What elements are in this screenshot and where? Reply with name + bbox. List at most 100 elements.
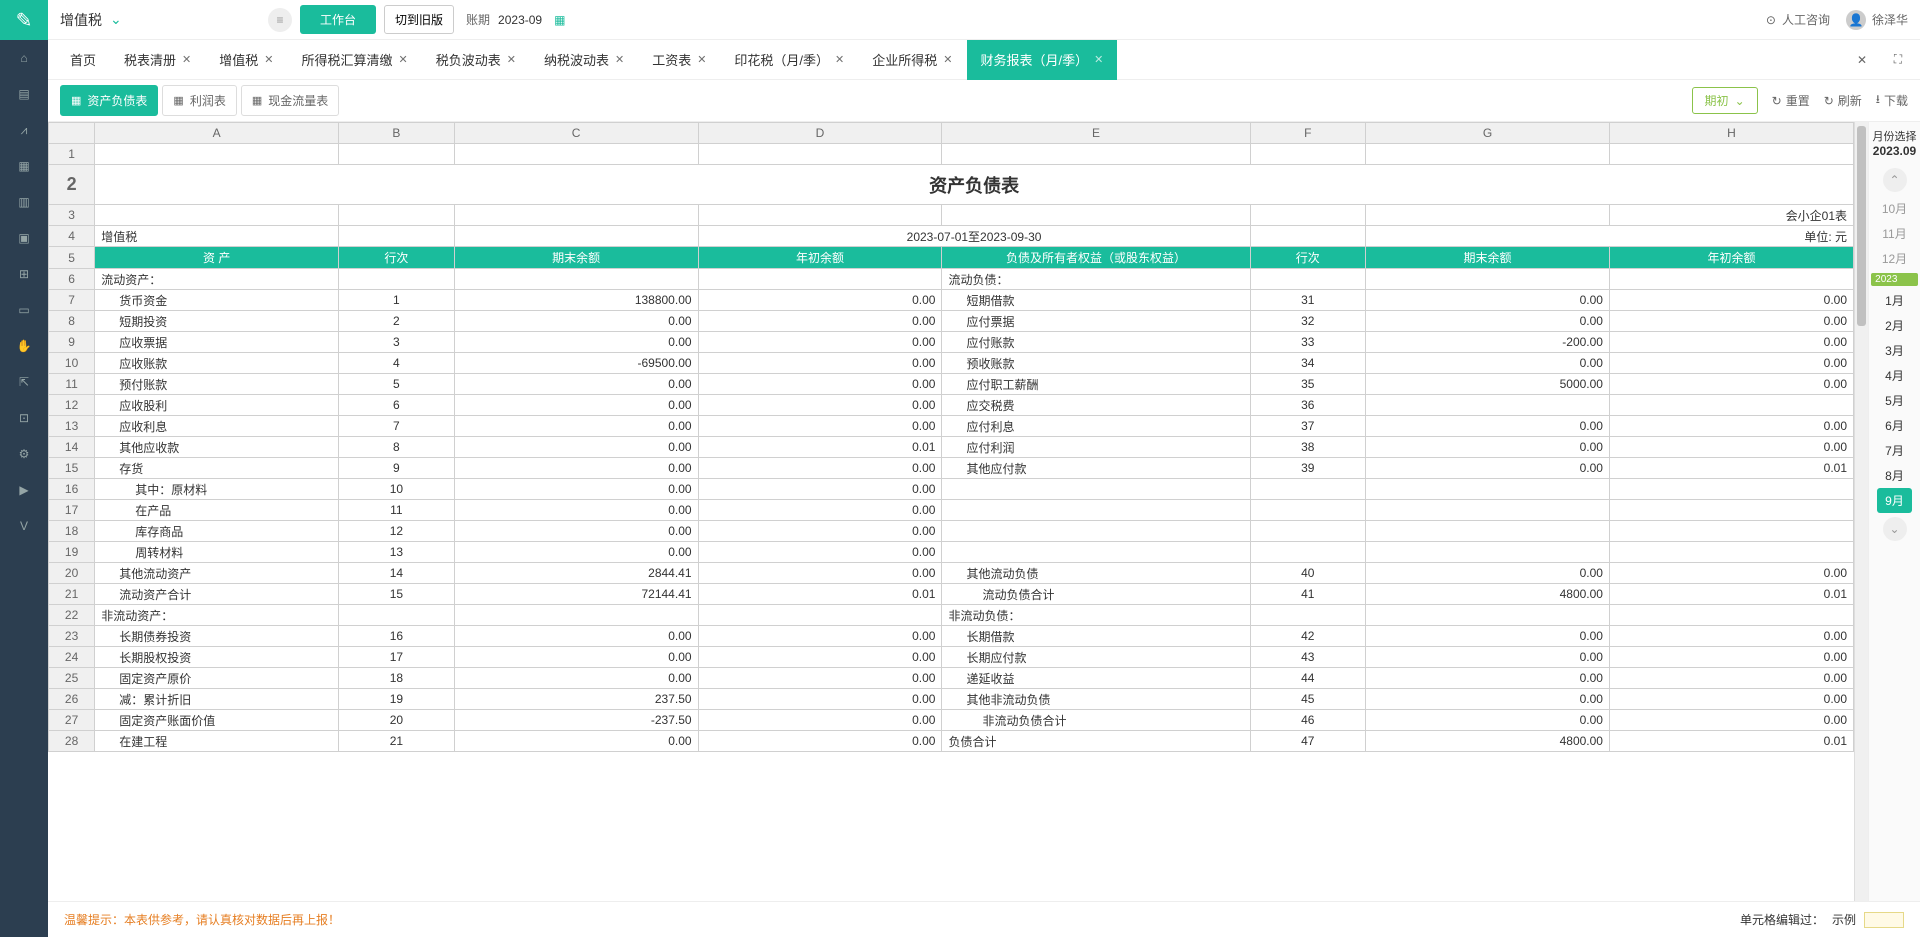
subtab-0[interactable]: ▦资产负债表: [60, 85, 158, 116]
month-item[interactable]: 2月: [1871, 313, 1918, 338]
nav-settings-icon[interactable]: ⚙: [0, 436, 48, 472]
month-scroll-down[interactable]: ⌄: [1883, 517, 1907, 541]
fullscreen-icon[interactable]: ⛶: [1884, 46, 1912, 74]
nav-image-icon[interactable]: ▭: [0, 292, 48, 328]
month-item[interactable]: 9月: [1877, 488, 1912, 513]
tabs-bar: 首页税表清册✕增值税✕所得税汇算清缴✕税负波动表✕纳税波动表✕工资表✕印花税（月…: [48, 40, 1920, 80]
month-item[interactable]: 8月: [1871, 463, 1918, 488]
reset-button[interactable]: ↻ 重置: [1772, 92, 1810, 109]
calendar-icon[interactable]: ▦: [554, 13, 565, 27]
tabs-close-icon[interactable]: ✕: [1848, 46, 1876, 74]
period-init-dropdown[interactable]: 期初 ⌄: [1692, 87, 1758, 114]
user-menu[interactable]: 👤 徐泽华: [1846, 10, 1908, 30]
col-header[interactable]: E: [942, 123, 1250, 144]
sheet-icon: ▦: [71, 94, 81, 107]
tab-9[interactable]: 财务报表（月/季）✕: [967, 40, 1118, 80]
table-row[interactable]: 14其他应收款80.000.01应付利润380.000.00: [49, 437, 1854, 458]
table-row[interactable]: 20其他流动资产142844.410.00其他流动负债400.000.00: [49, 563, 1854, 584]
tab-2[interactable]: 增值税✕: [205, 40, 287, 80]
topbar: 增值税 ⌄ ≡ 工作台 切到旧版 账期 2023-09 ▦ ⊙ 人工咨询 👤 徐…: [48, 0, 1920, 40]
table-row[interactable]: 21流动资产合计1572144.410.01流动负债合计414800.000.0…: [49, 584, 1854, 605]
col-header[interactable]: B: [339, 123, 455, 144]
chevron-down-icon: ⌄: [1735, 94, 1745, 108]
table-row[interactable]: 22非流动资产：非流动负债：: [49, 605, 1854, 626]
table-row[interactable]: 28在建工程210.000.00负债合计474800.000.01: [49, 731, 1854, 752]
month-scroll-up[interactable]: ⌃: [1883, 168, 1907, 192]
table-row[interactable]: 17在产品110.000.00: [49, 500, 1854, 521]
col-header[interactable]: C: [454, 123, 698, 144]
nav-chart-icon[interactable]: ⩘: [0, 112, 48, 148]
consult-link[interactable]: ⊙ 人工咨询: [1766, 11, 1830, 28]
table-row[interactable]: 24长期股权投资170.000.00长期应付款430.000.00: [49, 647, 1854, 668]
month-item[interactable]: 6月: [1871, 413, 1918, 438]
col-header[interactable]: A: [95, 123, 339, 144]
tab-0[interactable]: 首页: [56, 40, 110, 80]
company-selector[interactable]: 增值税 ⌄: [60, 10, 260, 30]
col-header[interactable]: F: [1250, 123, 1366, 144]
table-row[interactable]: 19周转材料130.000.00: [49, 542, 1854, 563]
tab-8[interactable]: 企业所得税✕: [858, 40, 966, 80]
table-row[interactable]: 18库存商品120.000.00: [49, 521, 1854, 542]
vertical-scrollbar[interactable]: [1854, 122, 1868, 901]
tab-close-icon[interactable]: ✕: [615, 53, 624, 66]
nav-book-icon[interactable]: ▦: [0, 148, 48, 184]
chevron-down-icon: ⌄: [110, 11, 122, 28]
table-row[interactable]: 23长期债券投资160.000.00长期借款420.000.00: [49, 626, 1854, 647]
table-row[interactable]: 13应收利息70.000.00应付利息370.000.00: [49, 416, 1854, 437]
col-header[interactable]: H: [1609, 123, 1853, 144]
month-item[interactable]: 5月: [1871, 388, 1918, 413]
subtabs-bar: ▦资产负债表▦利润表▦现金流量表 期初 ⌄ ↻ 重置 ↻ 刷新 ⭳ 下载: [48, 80, 1920, 122]
tab-1[interactable]: 税表清册✕: [110, 40, 205, 80]
workspace-button[interactable]: 工作台: [300, 5, 376, 34]
table-row[interactable]: 25固定资产原价180.000.00递延收益440.000.00: [49, 668, 1854, 689]
month-item[interactable]: 4月: [1871, 363, 1918, 388]
col-header[interactable]: D: [698, 123, 942, 144]
table-row[interactable]: 15存货90.000.00其他应付款390.000.01: [49, 458, 1854, 479]
table-row[interactable]: 8短期投资20.000.00应付票据320.000.00: [49, 311, 1854, 332]
toggle-icon[interactable]: ≡: [268, 8, 292, 32]
tab-close-icon[interactable]: ✕: [835, 53, 844, 66]
tab-close-icon[interactable]: ✕: [507, 53, 516, 66]
subtab-1[interactable]: ▦利润表: [162, 85, 236, 116]
col-header[interactable]: G: [1366, 123, 1610, 144]
table-row[interactable]: 7货币资金1138800.000.00短期借款310.000.00: [49, 290, 1854, 311]
nav-inbox-icon[interactable]: ⊡: [0, 400, 48, 436]
nav-form-icon[interactable]: ⊞: [0, 256, 48, 292]
table-row[interactable]: 6流动资产：流动负债：: [49, 269, 1854, 290]
table-row[interactable]: 10应收账款4-69500.000.00预收账款340.000.00: [49, 353, 1854, 374]
table-row[interactable]: 11预付账款50.000.00应付职工薪酬355000.000.00: [49, 374, 1854, 395]
table-row[interactable]: 16其中：原材料100.000.00: [49, 479, 1854, 500]
nav-doc2-icon[interactable]: ▣: [0, 220, 48, 256]
switch-old-button[interactable]: 切到旧版: [384, 5, 454, 34]
nav-export-icon[interactable]: ⇱: [0, 364, 48, 400]
table-row[interactable]: 26减：累计折旧19237.500.00其他非流动负债450.000.00: [49, 689, 1854, 710]
refresh-button[interactable]: ↻ 刷新: [1824, 92, 1862, 109]
period-value[interactable]: 2023-09: [498, 13, 542, 27]
tab-7[interactable]: 印花税（月/季）✕: [720, 40, 858, 80]
tab-4[interactable]: 税负波动表✕: [422, 40, 530, 80]
tab-close-icon[interactable]: ✕: [943, 53, 952, 66]
nav-hand-icon[interactable]: ✋: [0, 328, 48, 364]
tab-close-icon[interactable]: ✕: [697, 53, 706, 66]
tab-close-icon[interactable]: ✕: [399, 53, 408, 66]
download-button[interactable]: ⭳ 下载: [1876, 90, 1908, 111]
month-item[interactable]: 1月: [1871, 288, 1918, 313]
tab-6[interactable]: 工资表✕: [638, 40, 720, 80]
tab-3[interactable]: 所得税汇算清缴✕: [287, 40, 421, 80]
spreadsheet[interactable]: ABCDEFGH12资产负债表3会小企01表4增值税2023-07-01至202…: [48, 122, 1854, 901]
nav-video-icon[interactable]: ▶: [0, 472, 48, 508]
table-row[interactable]: 9应收票据30.000.00应付账款33-200.000.00: [49, 332, 1854, 353]
table-row[interactable]: 27固定资产账面价值20-237.500.00非流动负债合计460.000.00: [49, 710, 1854, 731]
nav-home-icon[interactable]: ⌂: [0, 40, 48, 76]
tab-close-icon[interactable]: ✕: [264, 53, 273, 66]
nav-v-icon[interactable]: V: [0, 508, 48, 544]
nav-doc-icon[interactable]: ▤: [0, 76, 48, 112]
month-item[interactable]: 3月: [1871, 338, 1918, 363]
month-item[interactable]: 7月: [1871, 438, 1918, 463]
nav-clipboard-icon[interactable]: ▥: [0, 184, 48, 220]
tab-close-icon[interactable]: ✕: [1094, 53, 1103, 66]
tab-close-icon[interactable]: ✕: [182, 53, 191, 66]
tab-5[interactable]: 纳税波动表✕: [530, 40, 638, 80]
table-row[interactable]: 12应收股利60.000.00应交税费36: [49, 395, 1854, 416]
subtab-2[interactable]: ▦现金流量表: [241, 85, 339, 116]
